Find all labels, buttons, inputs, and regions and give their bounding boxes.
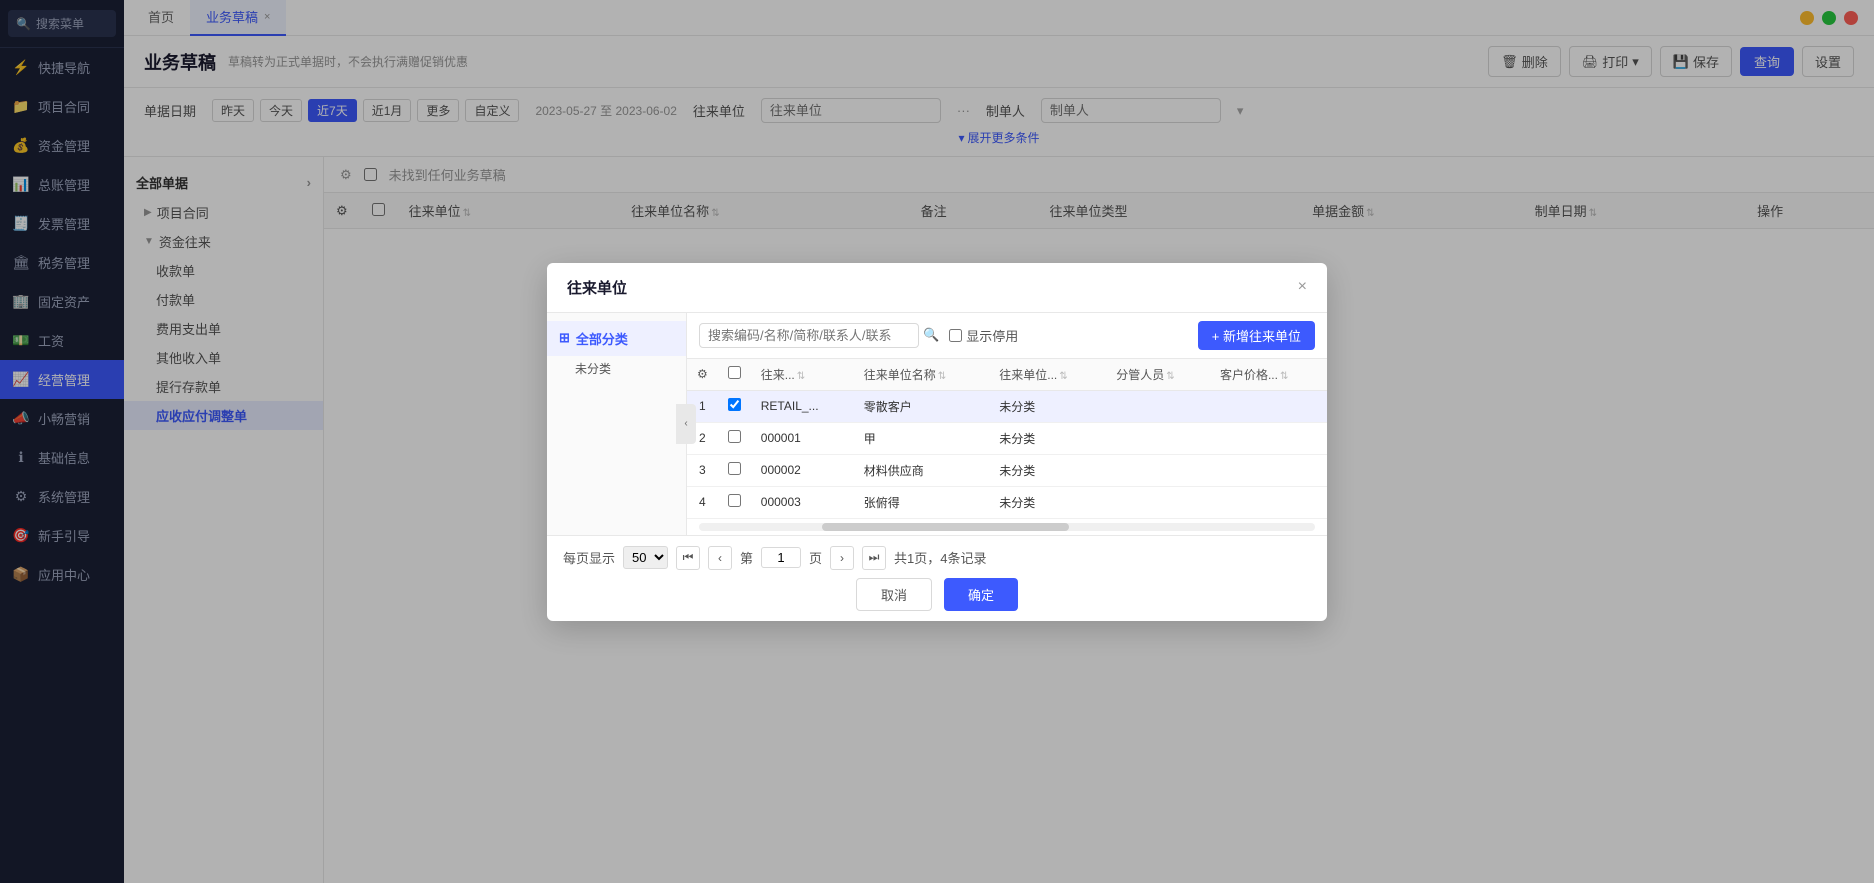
dth-name: 往来单位名称⇅	[854, 359, 990, 391]
search-icon: 🔍	[923, 327, 939, 343]
dth-price: 客户价格...⇅	[1210, 359, 1327, 391]
row-price	[1210, 486, 1327, 518]
confirm-button[interactable]: 确定	[944, 578, 1018, 611]
row-num: 3	[687, 454, 718, 486]
row-check[interactable]	[718, 454, 751, 486]
page-suffix: 页	[809, 548, 822, 567]
prev-page-button[interactable]: ‹	[708, 546, 732, 570]
unclassified-label: 未分类	[575, 362, 611, 376]
dialog-sidebar-unclassified[interactable]: 未分类	[547, 356, 686, 381]
row-name: 零散客户	[854, 390, 990, 422]
dialog-search-input[interactable]	[699, 323, 919, 348]
row-checkbox[interactable]	[728, 430, 741, 443]
row-name: 张俯得	[854, 486, 990, 518]
dialog-sidebar-all[interactable]: ⊞ 全部分类	[547, 321, 686, 356]
dialog-footer: 每页显示 50 ⏮ ‹ 第 页 › ⏭ 共1页，4条记录 取消 确定	[547, 535, 1327, 621]
dialog-table-row[interactable]: 3 000002 材料供应商 未分类	[687, 454, 1327, 486]
row-manager	[1106, 422, 1210, 454]
next-page-button[interactable]: ›	[830, 546, 854, 570]
dialog-table: ⚙ 往来...⇅ 往来单位名称⇅ 往来单位...⇅ 分管人员⇅ 客户价格...⇅…	[687, 359, 1327, 519]
page-number-input[interactable]	[761, 547, 801, 568]
dialog-table-row[interactable]: 2 000001 甲 未分类	[687, 422, 1327, 454]
dialog-body: ⊞ 全部分类 未分类 ‹ 🔍 显示停用	[547, 313, 1327, 535]
dialog-actions: 取消 确定	[563, 578, 1311, 611]
row-name: 甲	[854, 422, 990, 454]
dth-gear: ⚙	[687, 359, 718, 391]
row-checkbox[interactable]	[728, 494, 741, 507]
dialog-main: 🔍 显示停用 + 新增往来单位 ⚙ 往来...⇅	[687, 313, 1327, 535]
dialog-select-all[interactable]	[728, 366, 741, 379]
row-manager	[1106, 454, 1210, 486]
row-check[interactable]	[718, 390, 751, 422]
cancel-button[interactable]: 取消	[856, 578, 932, 611]
row-check[interactable]	[718, 486, 751, 518]
row-checkbox[interactable]	[728, 462, 741, 475]
add-partner-button[interactable]: + 新增往来单位	[1198, 321, 1315, 350]
dth-type: 往来单位...⇅	[989, 359, 1106, 391]
dialog-toolbar: 🔍 显示停用 + 新增往来单位	[687, 313, 1327, 359]
row-code: 000003	[751, 486, 854, 518]
per-page-select[interactable]: 50	[623, 546, 668, 569]
row-check[interactable]	[718, 422, 751, 454]
row-price	[1210, 454, 1327, 486]
dth-code: 往来...⇅	[751, 359, 854, 391]
collapse-icon: ‹	[684, 418, 687, 429]
row-code: 000002	[751, 454, 854, 486]
row-name: 材料供应商	[854, 454, 990, 486]
show-disabled-checkbox[interactable]	[949, 329, 962, 342]
dialog-table-row[interactable]: 1 RETAIL_... 零散客户 未分类	[687, 390, 1327, 422]
scrollbar-thumb	[822, 523, 1068, 531]
dth-check	[718, 359, 751, 391]
dialog-table-area: ⚙ 往来...⇅ 往来单位名称⇅ 往来单位...⇅ 分管人员⇅ 客户价格...⇅…	[687, 359, 1327, 535]
row-checkbox[interactable]	[728, 398, 741, 411]
first-page-button[interactable]: ⏮	[676, 546, 700, 570]
page-label: 第	[740, 548, 753, 567]
total-records: 共1页，4条记录	[894, 548, 986, 567]
row-type: 未分类	[989, 390, 1106, 422]
per-page-label: 每页显示	[563, 548, 615, 567]
row-price	[1210, 422, 1327, 454]
dialog-sidebar: ⊞ 全部分类 未分类 ‹	[547, 313, 687, 535]
row-manager	[1106, 390, 1210, 422]
show-disabled-label: 显示停用	[949, 326, 1018, 345]
row-code: 000001	[751, 422, 854, 454]
dialog-partner: 往来单位 × ⊞ 全部分类 未分类 ‹	[547, 263, 1327, 621]
row-price	[1210, 390, 1327, 422]
dth-manager: 分管人员⇅	[1106, 359, 1210, 391]
modal-overlay: 往来单位 × ⊞ 全部分类 未分类 ‹	[0, 0, 1874, 883]
sidebar-all-label: 全部分类	[576, 329, 628, 348]
dialog-table-row[interactable]: 4 000003 张俯得 未分类	[687, 486, 1327, 518]
row-manager	[1106, 486, 1210, 518]
pagination: 每页显示 50 ⏮ ‹ 第 页 › ⏭ 共1页，4条记录	[563, 546, 1311, 570]
row-code: RETAIL_...	[751, 390, 854, 422]
grid-icon: ⊞	[559, 330, 570, 346]
dialog-sidebar-collapse-button[interactable]: ‹	[676, 404, 696, 444]
dialog-header: 往来单位 ×	[547, 263, 1327, 313]
row-type: 未分类	[989, 422, 1106, 454]
row-type: 未分类	[989, 486, 1106, 518]
row-num: 4	[687, 486, 718, 518]
last-page-button[interactable]: ⏭	[862, 546, 886, 570]
row-type: 未分类	[989, 454, 1106, 486]
horizontal-scrollbar[interactable]	[699, 523, 1315, 531]
dialog-title: 往来单位	[567, 277, 627, 298]
dialog-close-button[interactable]: ×	[1298, 278, 1307, 296]
